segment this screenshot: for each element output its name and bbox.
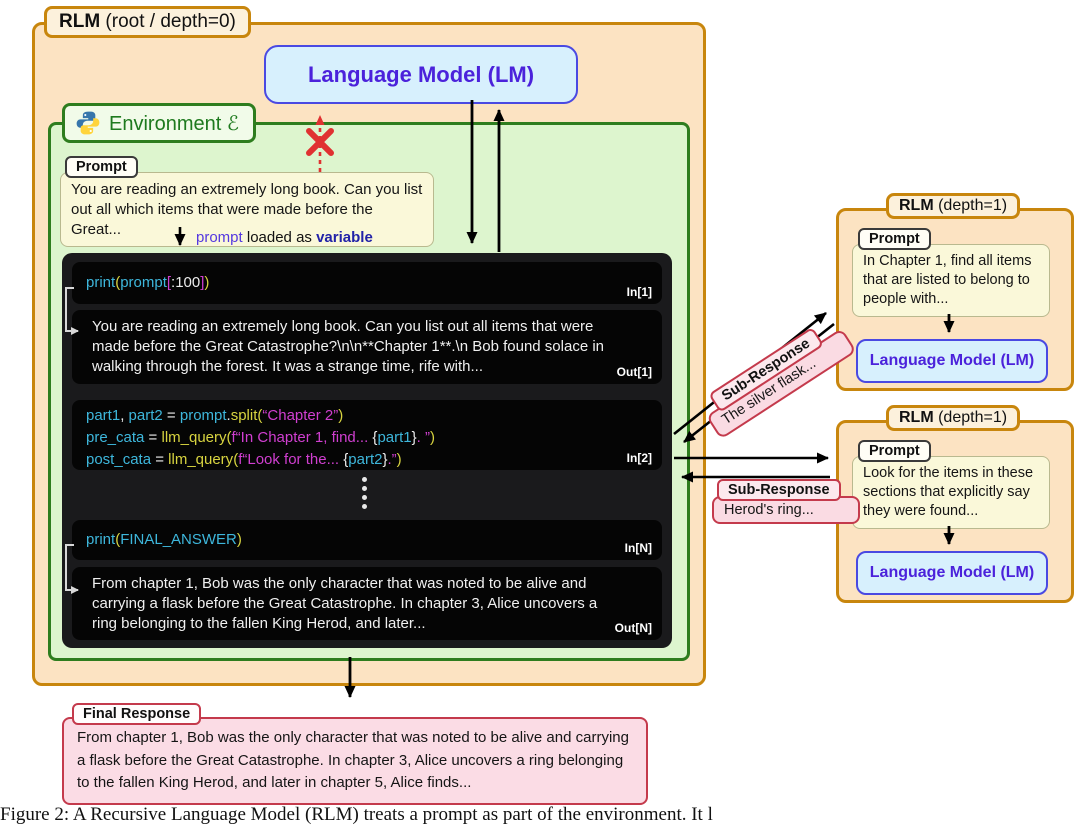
cell-outN-text: From chapter 1, Bob was the only charact… bbox=[92, 575, 598, 633]
rlm-child-2-label-bold: RLM bbox=[899, 409, 934, 426]
language-model-box: Language Model (LM) bbox=[264, 45, 578, 104]
environment-label-text: Environment ℰ bbox=[109, 112, 239, 135]
cell-out1-text: You are reading an extremely long book. … bbox=[92, 318, 604, 376]
sub-response-2-tag: Sub-Response bbox=[717, 479, 841, 501]
cell-inN-label: In[N] bbox=[624, 541, 652, 555]
code-line: print(prompt[:100]) bbox=[86, 274, 210, 291]
rlm-child-2-label: RLM (depth=1) bbox=[886, 405, 1021, 431]
figure-canvas: { "root_label": {"bold": "RLM", "rest": … bbox=[0, 0, 1085, 825]
prompt-box-child-2: Look for the items in these sections tha… bbox=[852, 456, 1050, 530]
cell-inN: print(FINAL_ANSWER) In[N] bbox=[72, 520, 662, 560]
language-model-label-child-1: Language Model (LM) bbox=[869, 352, 1035, 369]
cell-in1: print(prompt[:100]) In[1] bbox=[72, 262, 662, 304]
prompt-loaded-note: prompt loaded as variable bbox=[196, 229, 373, 246]
rlm-child-1-label: RLM (depth=1) bbox=[886, 193, 1021, 219]
environment-label: Environment ℰ bbox=[62, 103, 256, 143]
cell-in2-label: In[2] bbox=[626, 451, 652, 465]
code-line: part1, part2 = prompt.split(“Chapter 2”) bbox=[86, 407, 344, 424]
rlm-child-1-label-rest: (depth=1) bbox=[933, 197, 1008, 214]
prompt-var-text: prompt bbox=[196, 229, 243, 246]
ellipsis-dots bbox=[362, 477, 367, 509]
language-model-box-child-2: Language Model (LM) bbox=[856, 551, 1048, 595]
language-model-label: Language Model (LM) bbox=[307, 61, 535, 87]
variable-text: variable bbox=[316, 229, 373, 246]
sub-response-2: Sub-Response Herod's ring... bbox=[712, 479, 860, 524]
final-response-tag: Final Response bbox=[72, 703, 202, 725]
language-model-label-child-2: Language Model (LM) bbox=[869, 564, 1035, 581]
language-model-box-child-1: Language Model (LM) bbox=[856, 339, 1048, 383]
code-line: print(FINAL_ANSWER) bbox=[86, 531, 242, 548]
code-line: post_cata = llm_query(f“Look for the... … bbox=[86, 450, 402, 468]
cell-in2: part1, part2 = prompt.split(“Chapter 2”)… bbox=[72, 400, 662, 470]
cell-in1-label: In[1] bbox=[626, 285, 652, 299]
loaded-as-text: loaded as bbox=[242, 229, 317, 246]
cell-out1: You are reading an extremely long book. … bbox=[72, 310, 662, 384]
code-line: pre_cata = llm_query(f“In Chapter 1, fin… bbox=[86, 428, 435, 446]
cell-outN-label: Out[N] bbox=[614, 621, 652, 635]
rlm-child-2-label-rest: (depth=1) bbox=[933, 409, 1008, 426]
rlm-root-label-bold: RLM bbox=[59, 11, 101, 32]
prompt-box-child-1: In Chapter 1, find all items that are li… bbox=[852, 244, 1050, 318]
rlm-root-label-rest: (root / depth=0) bbox=[100, 11, 236, 32]
prompt-tag-child-1: Prompt bbox=[858, 228, 931, 250]
cell-outN: From chapter 1, Bob was the only charact… bbox=[72, 567, 662, 640]
prompt-tag-child-2: Prompt bbox=[858, 440, 931, 462]
final-response-box: From chapter 1, Bob was the only charact… bbox=[62, 717, 648, 805]
rlm-root-label: RLM (root / depth=0) bbox=[44, 6, 251, 38]
cell-out1-label: Out[1] bbox=[616, 365, 652, 379]
rlm-child-1-label-bold: RLM bbox=[899, 197, 934, 214]
code-container: print(prompt[:100]) In[1] You are readin… bbox=[62, 253, 672, 648]
prompt-tag-root: Prompt bbox=[65, 156, 138, 178]
python-icon bbox=[76, 111, 100, 135]
figure-caption: Figure 2: A Recursive Language Model (RL… bbox=[0, 804, 713, 825]
